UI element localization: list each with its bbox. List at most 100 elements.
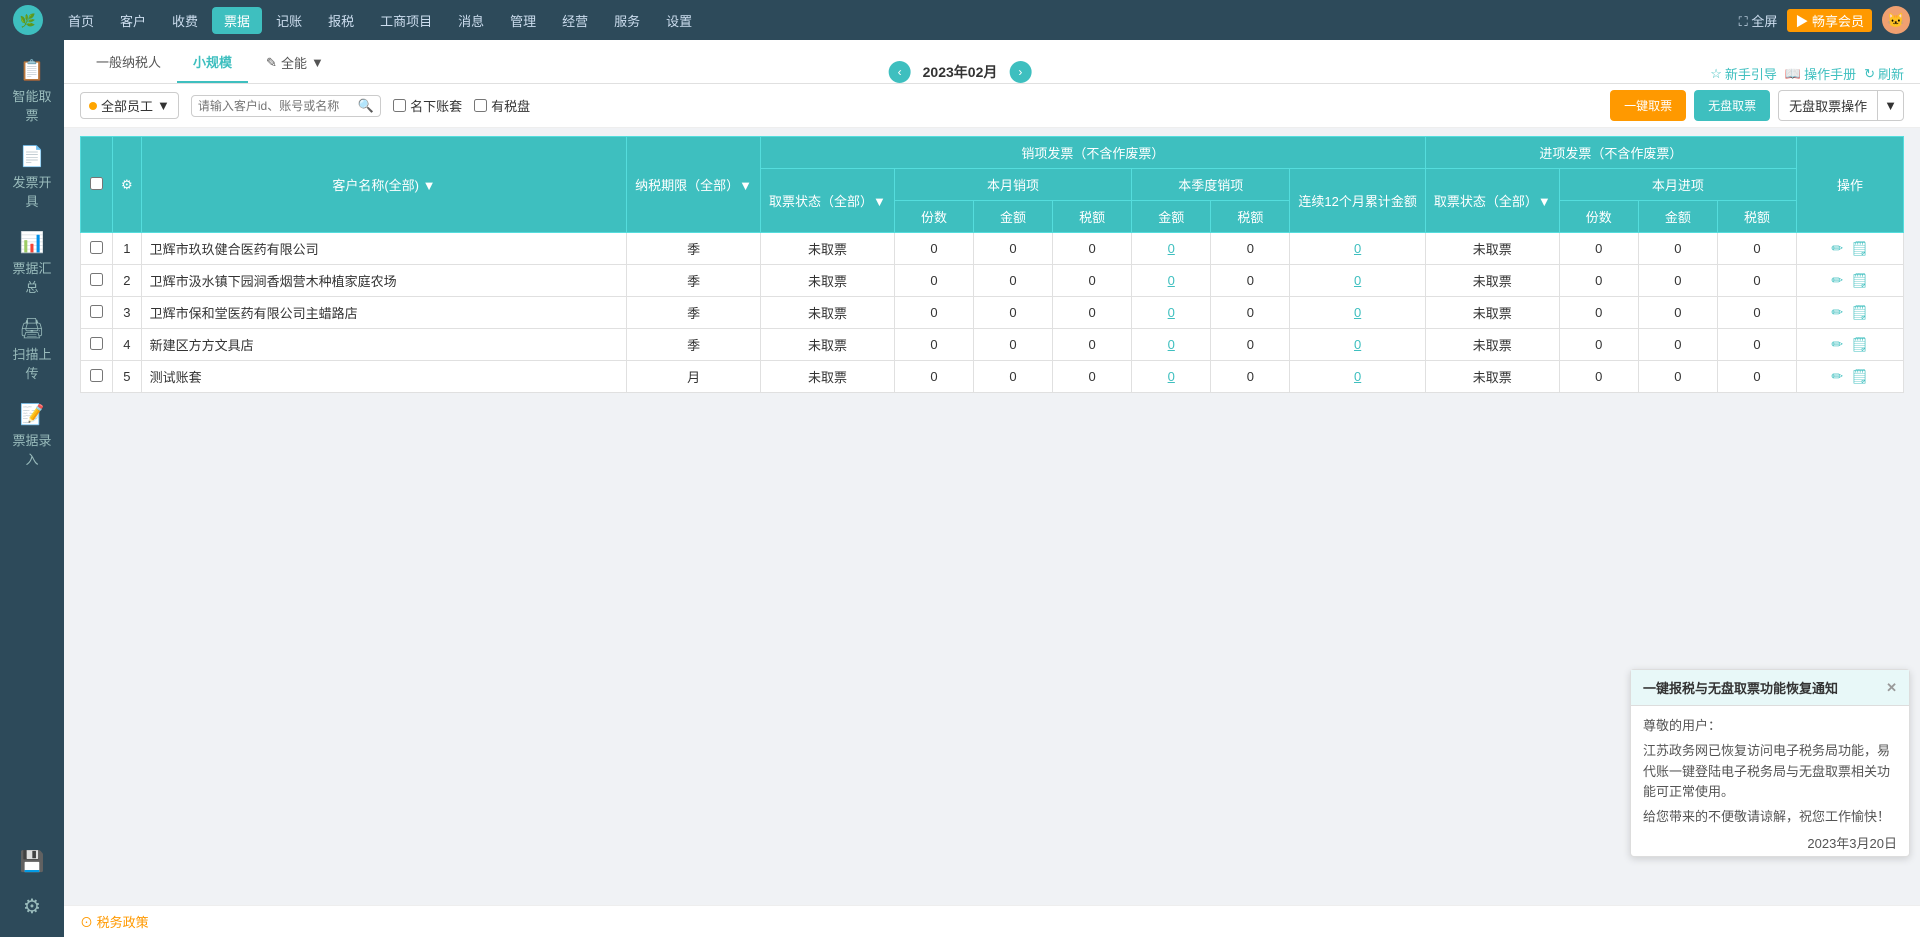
search-input[interactable] bbox=[198, 99, 358, 113]
tab-small-scale[interactable]: 小规模 bbox=[177, 42, 248, 83]
detail-icon[interactable]: 🗒 bbox=[1851, 304, 1869, 320]
row-tax-month-sales: 0 bbox=[1053, 361, 1132, 393]
nav-tax[interactable]: 报税 bbox=[316, 7, 366, 34]
sidebar-gear[interactable]: ⚙ bbox=[3, 886, 61, 927]
select-all-checkbox[interactable] bbox=[90, 177, 103, 190]
row-fetch-status-sales: 未取票 bbox=[761, 361, 895, 393]
edit-icon[interactable]: ✏ bbox=[1831, 272, 1843, 288]
row-copies-month-sales: 0 bbox=[894, 297, 973, 329]
row-actions: ✏ 🗒 bbox=[1797, 297, 1904, 329]
nav-business[interactable]: 工商项目 bbox=[368, 7, 444, 34]
period-prev-button[interactable]: ‹ bbox=[889, 61, 911, 83]
row-tax-month-income: 0 bbox=[1717, 265, 1796, 297]
sidebar-download[interactable]: 💾 bbox=[3, 841, 61, 882]
row-tax-month-sales: 0 bbox=[1053, 265, 1132, 297]
member-button[interactable]: ▶ 畅享会员 bbox=[1787, 9, 1872, 32]
row-cumulative: 0 bbox=[1290, 233, 1425, 265]
period-next-button[interactable]: › bbox=[1009, 61, 1031, 83]
th-month-sales-copies: 份数 bbox=[894, 201, 973, 233]
row-amount-month-sales: 0 bbox=[974, 297, 1053, 329]
th-month-income-tax: 税额 bbox=[1717, 201, 1796, 233]
no-disk-ops-button[interactable]: 无盘取票操作 bbox=[1778, 90, 1877, 121]
no-disk-fetch-button[interactable]: 无盘取票 bbox=[1694, 90, 1770, 121]
edit-icon[interactable]: ✏ bbox=[1831, 336, 1843, 352]
tab-all-capable[interactable]: ✎ 全能 ▼ bbox=[256, 42, 334, 83]
nav-items: 首页 客户 收费 票据 记账 报税 工商项目 消息 管理 经营 服务 设置 bbox=[56, 7, 1739, 34]
row-amount-quarter-sales: 0 bbox=[1132, 297, 1211, 329]
row-select[interactable] bbox=[81, 297, 113, 329]
row-amount-month-sales: 0 bbox=[974, 233, 1053, 265]
manual-link[interactable]: 📖 操作手册 bbox=[1785, 64, 1856, 83]
detail-icon[interactable]: 🗒 bbox=[1851, 240, 1869, 256]
app-logo: 🌿 bbox=[10, 2, 46, 38]
row-select[interactable] bbox=[81, 329, 113, 361]
row-client-name: 新建区方方文具店 bbox=[141, 329, 627, 361]
nav-billing[interactable]: 收费 bbox=[160, 7, 210, 34]
row-client-name: 卫辉市玖玖健合医药有限公司 bbox=[141, 233, 627, 265]
search-icon[interactable]: 🔍 bbox=[358, 98, 374, 114]
tab-general-taxpayer[interactable]: 一般纳税人 bbox=[80, 42, 177, 83]
row-cumulative: 0 bbox=[1290, 361, 1425, 393]
row-select[interactable] bbox=[81, 361, 113, 393]
scan-icon: 🖨 bbox=[19, 316, 44, 341]
row-tax-quarter-sales: 0 bbox=[1211, 329, 1290, 361]
row-select[interactable] bbox=[81, 233, 113, 265]
detail-icon[interactable]: 🗒 bbox=[1851, 368, 1869, 384]
no-disk-ops-dropdown[interactable]: ▼ bbox=[1877, 90, 1904, 121]
sidebar-item-scan[interactable]: 🖨 扫描上传 bbox=[3, 308, 61, 390]
sub-account-check[interactable] bbox=[393, 99, 406, 112]
entry-icon: 📝 bbox=[20, 402, 45, 427]
row-tax-period: 季 bbox=[627, 233, 761, 265]
sidebar: 📋 智能取票 📄 发票开具 📊 票据汇总 🖨 扫描上传 📝 票据录入 💾 ⚙ bbox=[0, 40, 64, 937]
row-fetch-status-sales: 未取票 bbox=[761, 329, 895, 361]
nav-accounting[interactable]: 记账 bbox=[264, 7, 314, 34]
nav-manage[interactable]: 管理 bbox=[498, 7, 548, 34]
popup-apology: 给您带来的不便敬请谅解，祝您工作愉快！ bbox=[1643, 807, 1897, 828]
has-tax-checkbox[interactable]: 有税盘 bbox=[474, 96, 530, 115]
sidebar-item-invoice-issue[interactable]: 📄 发票开具 bbox=[3, 136, 61, 218]
th-month-income-amount: 金额 bbox=[1638, 201, 1717, 233]
nav-tickets[interactable]: 票据 bbox=[212, 7, 262, 34]
edit-icon[interactable]: ✏ bbox=[1831, 368, 1843, 384]
row-select[interactable] bbox=[81, 265, 113, 297]
row-tax-month-income: 0 bbox=[1717, 329, 1796, 361]
tax-policy-link[interactable]: ⊙ 税务政策 bbox=[80, 912, 149, 931]
edit-icon[interactable]: ✏ bbox=[1831, 304, 1843, 320]
table-row: 3 卫辉市保和堂医药有限公司主蜡路店 季 未取票 0 0 0 0 0 0 未取票… bbox=[81, 297, 1904, 329]
nav-settings[interactable]: 设置 bbox=[654, 7, 704, 34]
sidebar-label-scan: 扫描上传 bbox=[7, 344, 57, 382]
detail-icon[interactable]: 🗒 bbox=[1851, 272, 1869, 288]
refresh-link[interactable]: ↻ 刷新 bbox=[1864, 64, 1904, 83]
one-key-fetch-button[interactable]: 一键取票 bbox=[1610, 90, 1686, 121]
fullscreen-button[interactable]: ⛶ 全屏 bbox=[1739, 11, 1778, 30]
popup-close-button[interactable]: ✕ bbox=[1886, 680, 1897, 696]
row-num: 3 bbox=[113, 297, 142, 329]
nav-messages[interactable]: 消息 bbox=[446, 7, 496, 34]
sidebar-item-smart-fetch[interactable]: 📋 智能取票 bbox=[3, 50, 61, 132]
nav-operate[interactable]: 经营 bbox=[550, 7, 600, 34]
edit-icon[interactable]: ✏ bbox=[1831, 240, 1843, 256]
new-guide-link[interactable]: ☆ 新手引导 bbox=[1710, 64, 1777, 83]
row-client-name: 卫辉市汲水镇下园涧香烟营木种植家庭农场 bbox=[141, 265, 627, 297]
row-tax-period: 月 bbox=[627, 361, 761, 393]
user-avatar[interactable]: 🐱 bbox=[1882, 6, 1910, 34]
nav-home[interactable]: 首页 bbox=[56, 7, 106, 34]
row-amount-month-income: 0 bbox=[1638, 233, 1717, 265]
nav-clients[interactable]: 客户 bbox=[108, 7, 158, 34]
row-copies-month-income: 0 bbox=[1559, 361, 1638, 393]
bottom-bar: ⊙ 税务政策 bbox=[64, 905, 1920, 937]
row-tax-month-income: 0 bbox=[1717, 361, 1796, 393]
sub-account-checkbox[interactable]: 名下账套 bbox=[393, 96, 462, 115]
sidebar-item-summary[interactable]: 📊 票据汇总 bbox=[3, 222, 61, 304]
main-table: ⚙ 客户名称(全部) ▼ 纳税期限（全部）▼ 销项发票（不含作废票） 进项发票（… bbox=[80, 136, 1904, 393]
row-amount-quarter-sales: 0 bbox=[1132, 265, 1211, 297]
th-income-section: 进项发票（不含作废票） bbox=[1425, 137, 1796, 169]
nav-service[interactable]: 服务 bbox=[602, 7, 652, 34]
detail-icon[interactable]: 🗒 bbox=[1851, 336, 1869, 352]
has-tax-check[interactable] bbox=[474, 99, 487, 112]
row-fetch-status-sales: 未取票 bbox=[761, 265, 895, 297]
employee-filter[interactable]: 全部员工 ▼ bbox=[80, 92, 179, 119]
sidebar-item-entry[interactable]: 📝 票据录入 bbox=[3, 394, 61, 476]
popup-date: 2023年3月20日 bbox=[1643, 834, 1897, 855]
row-num: 2 bbox=[113, 265, 142, 297]
